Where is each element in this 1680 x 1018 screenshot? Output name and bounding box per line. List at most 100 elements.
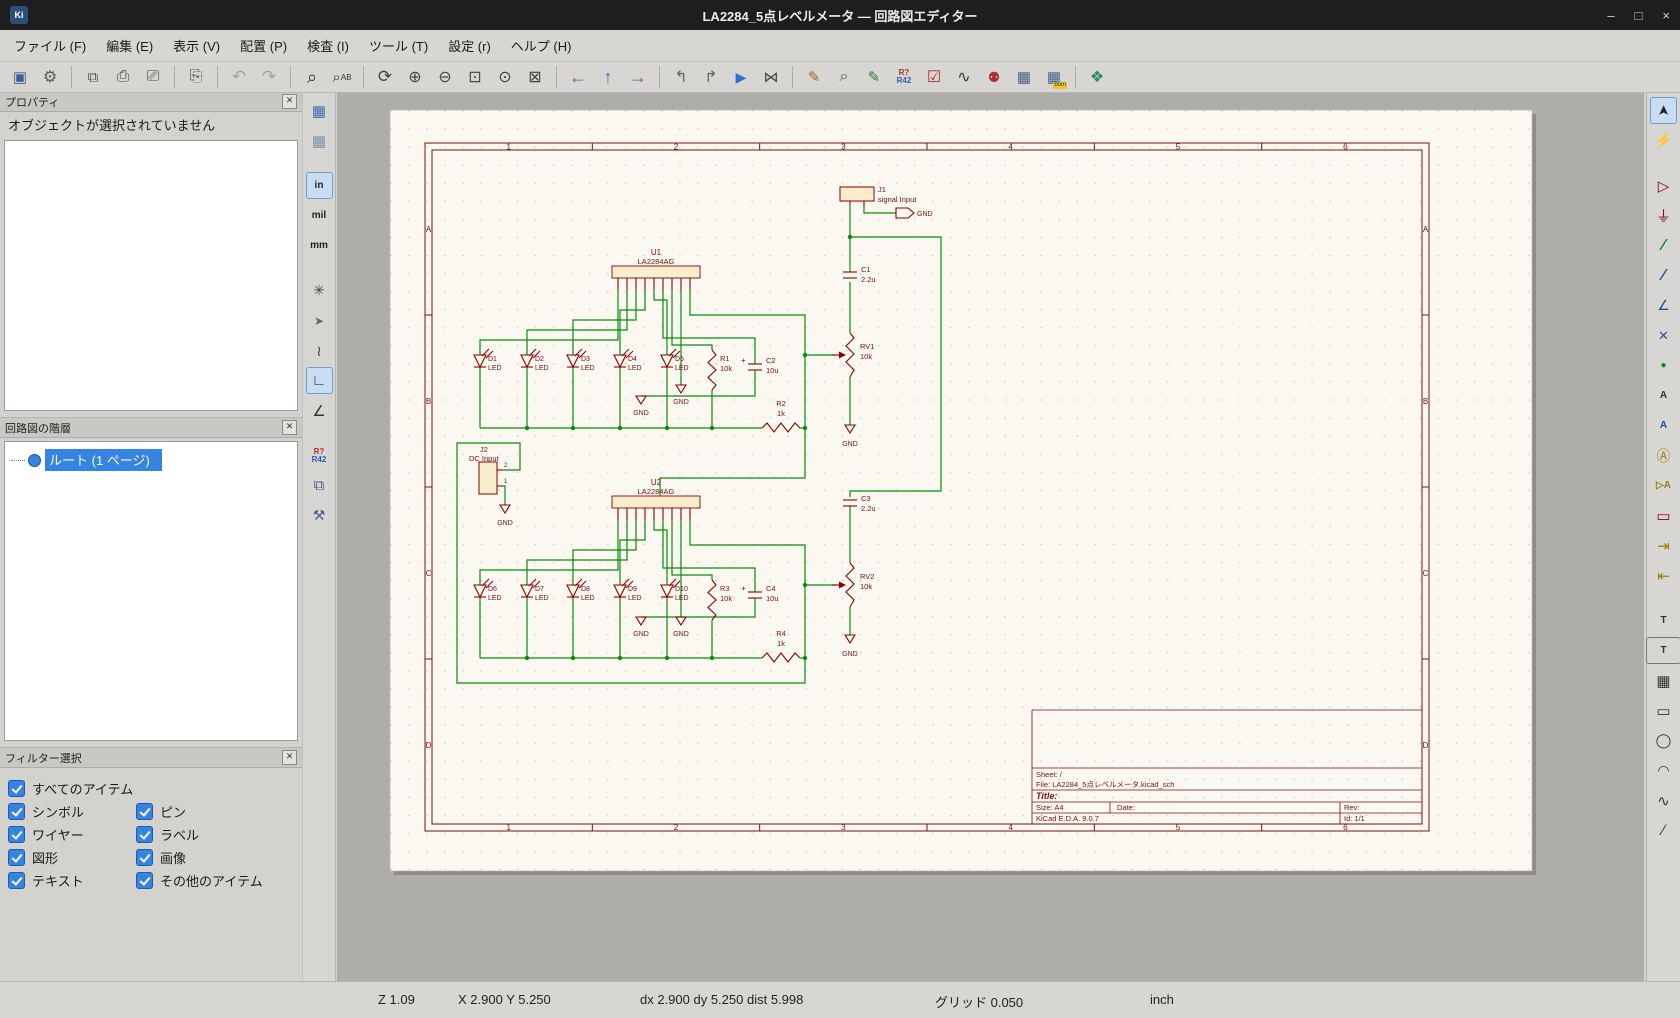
units-mil-button[interactable]: mil xyxy=(306,202,333,229)
filter-close-icon[interactable]: ✕ xyxy=(282,750,297,765)
add-rectangle-button[interactable]: ▭ xyxy=(1650,697,1677,724)
add-wire-button[interactable]: ∕ xyxy=(1650,232,1677,259)
nav-back-button[interactable]: ← xyxy=(564,64,592,90)
graphics-checkbox[interactable] xyxy=(8,849,25,866)
add-table-button[interactable]: ▦ xyxy=(1650,667,1677,694)
simulator-button[interactable]: ∿ xyxy=(950,64,978,90)
menu-view[interactable]: 表示 (V) xyxy=(163,31,230,60)
filter-item-wires[interactable]: ワイヤー xyxy=(8,825,136,844)
menu-preferences[interactable]: 設定 (r) xyxy=(438,31,501,60)
bug-button[interactable]: ⚉ xyxy=(980,64,1008,90)
filter-item-pins[interactable]: ピン xyxy=(136,802,264,821)
text-checkbox[interactable] xyxy=(8,872,25,889)
menu-inspect[interactable]: 検査 (I) xyxy=(297,31,359,60)
hierarchy-navigator-button[interactable]: ↱ xyxy=(697,64,725,90)
highlight-net-button[interactable]: ⚡ xyxy=(1650,127,1677,154)
annotate-button[interactable]: ✎ xyxy=(800,64,828,90)
schematic-canvas[interactable]: 1 1 2 2 3 3 4 4 5 5 6 6 A A B B C C D D D1 LED D2 LED D3 LED D4 LE… xyxy=(337,93,1644,982)
menu-file[interactable]: ファイル (F) xyxy=(4,31,96,60)
other-items-checkbox[interactable] xyxy=(136,872,153,889)
filter-item-graphics[interactable]: 図形 xyxy=(8,848,136,867)
refresh-button[interactable]: ⟳ xyxy=(371,64,399,90)
update-symbols-button[interactable]: ✎ xyxy=(860,64,888,90)
zoom-fit-button[interactable]: ⊡ xyxy=(461,64,489,90)
schematic-editing-canvas[interactable]: 1 1 2 2 3 3 4 4 5 5 6 6 A A B B C C D D D1 LED D2 LED D3 LED D4 LE… xyxy=(337,93,1644,982)
add-bezier-button[interactable]: ∿ xyxy=(1650,787,1677,814)
menu-edit[interactable]: 編集 (E) xyxy=(96,31,163,60)
nav-forward-button[interactable]: → xyxy=(624,64,652,90)
nav-up-button[interactable]: ↑ xyxy=(594,64,622,90)
menu-help[interactable]: ヘルプ (H) xyxy=(501,31,582,60)
plot-button[interactable]: ⎚ xyxy=(139,64,167,90)
next-sheet-button[interactable]: ▶ xyxy=(727,64,755,90)
show-annotations-button[interactable]: R? R42 xyxy=(306,442,333,469)
units-inch-button[interactable]: in xyxy=(305,172,333,199)
zoom-in-button[interactable]: ⊕ xyxy=(401,64,429,90)
labels-checkbox[interactable] xyxy=(136,826,153,843)
zoom-selection-button[interactable]: ⊠ xyxy=(521,64,549,90)
filter-item-images[interactable]: 画像 xyxy=(136,848,264,867)
menu-tools[interactable]: ツール (T) xyxy=(359,31,438,60)
add-junction-button[interactable]: ● xyxy=(1650,352,1677,379)
add-bus-entry-button[interactable]: ∠ xyxy=(1650,292,1677,319)
all-items-checkbox[interactable] xyxy=(8,780,25,797)
erc-button[interactable]: ☑ xyxy=(920,64,948,90)
add-power-button[interactable]: ⏚ xyxy=(1650,202,1677,229)
units-mm-button[interactable]: mm xyxy=(306,232,333,259)
hierarchy-root-item[interactable]: ルート (1 ページ) xyxy=(5,449,297,471)
add-text-button[interactable]: T xyxy=(1650,607,1677,634)
add-no-connect-button[interactable]: ✕ xyxy=(1650,322,1677,349)
menu-place[interactable]: 配置 (P) xyxy=(230,31,297,60)
wires-checkbox[interactable] xyxy=(8,826,25,843)
select-button[interactable]: ➤ xyxy=(1650,97,1677,124)
save-button[interactable]: ▣ xyxy=(6,64,34,90)
bom-button[interactable]: ▦ bom xyxy=(1040,64,1068,90)
zoom-out-button[interactable]: ⊖ xyxy=(431,64,459,90)
properties-close-icon[interactable]: ✕ xyxy=(282,94,297,109)
filter-item-labels[interactable]: ラベル xyxy=(136,825,264,844)
filter-item-other-items[interactable]: その他のアイテム xyxy=(136,871,264,890)
undo-button[interactable]: ↶ xyxy=(225,64,253,90)
minimize-button[interactable]: – xyxy=(1607,8,1614,23)
symbols-checkbox[interactable] xyxy=(8,803,25,820)
wire-free-angle-button[interactable]: ≀ xyxy=(306,337,333,364)
pins-checkbox[interactable] xyxy=(136,803,153,820)
page-settings-button[interactable]: ⚙ xyxy=(36,64,64,90)
hidden-pins-button[interactable]: ➤ xyxy=(306,307,333,334)
hierarchy-close-icon[interactable]: ✕ xyxy=(282,420,297,435)
fields-table-button[interactable]: ▦ xyxy=(1010,64,1038,90)
filter-item-symbols[interactable]: シンボル xyxy=(8,802,136,821)
add-hier-label-button[interactable]: ▷A xyxy=(1650,472,1677,499)
add-circle-button[interactable]: ◯ xyxy=(1650,727,1677,754)
print-preview-button[interactable]: ⧉ xyxy=(79,64,107,90)
wire-45-angle-button[interactable]: ∠ xyxy=(306,397,333,424)
cursor-shape-button[interactable]: ✳ xyxy=(306,277,333,304)
redo-button[interactable]: ↷ xyxy=(255,64,283,90)
add-line-button[interactable]: ∕ xyxy=(1650,817,1677,844)
wire-hv-angle-button[interactable]: ∟ xyxy=(305,367,333,394)
toggle-grid-button[interactable]: ▦ xyxy=(306,97,333,124)
mirror-view-button[interactable]: ⋈ xyxy=(757,64,785,90)
annotate-r-button[interactable]: R? R42 xyxy=(890,64,918,90)
add-arc-button[interactable]: ◠ xyxy=(1650,757,1677,784)
filter-item-text[interactable]: テキスト xyxy=(8,871,136,890)
panel-config-button[interactable]: ⚒ xyxy=(306,502,333,529)
add-netclass-button[interactable]: A xyxy=(1650,412,1677,439)
import-sheet-pin-button[interactable]: ⇥ xyxy=(1650,532,1677,559)
images-checkbox[interactable] xyxy=(136,849,153,866)
add-label-button[interactable]: A xyxy=(1650,382,1677,409)
add-global-label-button[interactable]: Ⓐ xyxy=(1650,442,1677,469)
find-button[interactable]: ⌕ xyxy=(298,64,326,90)
zoom-objects-button[interactable]: ⊙ xyxy=(491,64,519,90)
paste-button[interactable]: ⎘ xyxy=(182,64,210,90)
add-sheet-pin-button[interactable]: ⇤ xyxy=(1650,562,1677,589)
add-bus-button[interactable]: ∕ xyxy=(1650,262,1677,289)
hierarchy-panel-button[interactable]: ⧉ xyxy=(306,472,333,499)
plugins-button[interactable]: ❖ xyxy=(1083,64,1111,90)
add-symbol-button[interactable]: ▷ xyxy=(1650,172,1677,199)
filter-item-all-items[interactable]: すべてのアイテム xyxy=(8,779,136,798)
add-sheet-button[interactable]: ▭ xyxy=(1650,502,1677,529)
edit-fields-button[interactable]: ⌕ xyxy=(830,64,858,90)
print-button[interactable]: ⎙ xyxy=(109,64,137,90)
leave-sheet-button[interactable]: ↰ xyxy=(667,64,695,90)
